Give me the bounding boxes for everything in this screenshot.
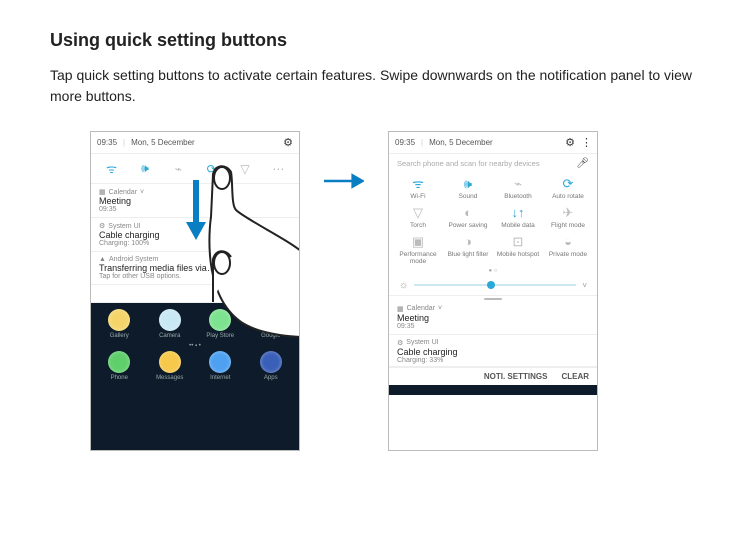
nav-bar: [389, 385, 597, 395]
notif-sub: Charging: 33%: [397, 357, 589, 364]
page-heading: Using quick setting buttons: [50, 30, 700, 51]
qs-tile-power-saving[interactable]: ◐Power saving: [443, 206, 493, 229]
phone-expanded-panel: 09:35 | Mon, 5 December ⚙ ⋮ Search phone…: [388, 131, 598, 451]
grid-pager: ● ○: [389, 266, 597, 276]
status-date: Mon, 5 December: [429, 138, 493, 147]
calendar-icon: ▦: [397, 305, 404, 313]
page-indicator: •• ▪ •: [97, 343, 293, 349]
bluetooth-icon[interactable]: ⌁: [162, 160, 195, 177]
app-internet[interactable]: Internet: [198, 351, 243, 381]
qs-tile-private-mode[interactable]: ◒Private mode: [543, 235, 593, 265]
notification-card[interactable]: ▦Calendar ˅ Meeting 09:35: [389, 301, 597, 335]
phone-collapsed-panel: 09:35 | Mon, 5 December ⚙ ᯤ 🕪 ⌁ ⟳ ▽ ⋯ ▦ C…: [90, 131, 300, 451]
illustration-row: 09:35 | Mon, 5 December ⚙ ᯤ 🕪 ⌁ ⟳ ▽ ⋯ ▦C…: [50, 131, 700, 451]
notif-title: Cable charging: [397, 347, 589, 357]
quick-settings-grid: ᯤWi-Fi🕪Sound⌁Bluetooth⟳Auto rotate ▽Torch…: [389, 173, 597, 266]
qs-tile-torch[interactable]: ▽Torch: [393, 206, 443, 229]
brightness-icon: ☼: [399, 280, 408, 291]
notif-sub: 09:35: [397, 323, 589, 330]
brightness-slider[interactable]: ☼ ˅: [389, 276, 597, 295]
app-play-store[interactable]: Play Store: [198, 309, 243, 339]
status-bar: 09:35 | Mon, 5 December ⚙ ⋮: [389, 132, 597, 154]
qs-tile-sound[interactable]: 🕪Sound: [443, 177, 493, 200]
qs-tile-performance-mode[interactable]: ▣Performance mode: [393, 235, 443, 265]
mic-icon[interactable]: 🎤︎: [576, 158, 589, 169]
search-placeholder: Search phone and scan for nearby devices: [397, 159, 572, 168]
android-icon: ▲: [99, 256, 106, 263]
system-icon: ⚙: [99, 222, 105, 230]
calendar-icon: ▦: [99, 188, 106, 196]
arrow-right-icon: [324, 171, 364, 191]
app-gallery[interactable]: Gallery: [97, 309, 142, 339]
qs-tile-mobile-data[interactable]: ↓↑Mobile data: [493, 206, 543, 229]
torch-icon[interactable]: ▽: [228, 160, 261, 177]
chevron-down-icon[interactable]: ˅: [582, 281, 587, 290]
notification-card[interactable]: ▲Android System Transferring media files…: [91, 252, 299, 285]
gear-icon[interactable]: ⚙: [283, 136, 293, 149]
notification-card[interactable]: ⚙System UI Cable charging Charging: 33%: [389, 335, 597, 367]
clear-button[interactable]: CLEAR: [561, 372, 589, 381]
wifi-icon[interactable]: ᯤ: [95, 160, 128, 177]
app-messages[interactable]: Messages: [148, 351, 193, 381]
qs-tile-blue-light-filter[interactable]: ◑Blue light filter: [443, 235, 493, 265]
noti-settings-button[interactable]: NOTI. SETTING…: [91, 285, 299, 303]
status-time: 09:35: [395, 138, 415, 147]
rotate-icon[interactable]: ⟳: [195, 160, 228, 177]
gear-icon[interactable]: ⚙: [565, 136, 575, 149]
qs-tile-wi-fi[interactable]: ᯤWi-Fi: [393, 177, 443, 200]
swipe-down-arrow-icon: [186, 180, 206, 242]
more-icon[interactable]: ⋯: [262, 160, 295, 177]
app-camera[interactable]: Camera: [148, 309, 193, 339]
notif-sub: Tap for other USB options.: [99, 273, 291, 280]
app-apps[interactable]: Apps: [249, 351, 294, 381]
app-google[interactable]: Google: [249, 309, 294, 339]
more-menu-icon[interactable]: ⋮: [581, 136, 591, 149]
sound-icon[interactable]: 🕪: [128, 160, 161, 177]
notif-title: Transferring media files via…: [99, 263, 291, 273]
status-bar: 09:35 | Mon, 5 December ⚙: [91, 132, 299, 154]
app-phone[interactable]: Phone: [97, 351, 142, 381]
noti-settings-button[interactable]: NOTI. SETTINGS: [484, 372, 548, 381]
home-screen: Gallery Camera Play Store Google •• ▪ • …: [91, 303, 299, 451]
status-time: 09:35: [97, 138, 117, 147]
status-date: Mon, 5 December: [131, 138, 195, 147]
qs-tile-mobile-hotspot[interactable]: ⊡Mobile hotspot: [493, 235, 543, 265]
notif-title: Meeting: [397, 313, 589, 323]
qs-tile-flight-mode[interactable]: ✈Flight mode: [543, 206, 593, 229]
search-bar[interactable]: Search phone and scan for nearby devices…: [389, 154, 597, 173]
qs-tile-bluetooth[interactable]: ⌁Bluetooth: [493, 177, 543, 200]
system-icon: ⚙: [397, 339, 403, 347]
intro-text: Tap quick setting buttons to activate ce…: [50, 65, 700, 107]
qs-tile-auto-rotate[interactable]: ⟳Auto rotate: [543, 177, 593, 200]
